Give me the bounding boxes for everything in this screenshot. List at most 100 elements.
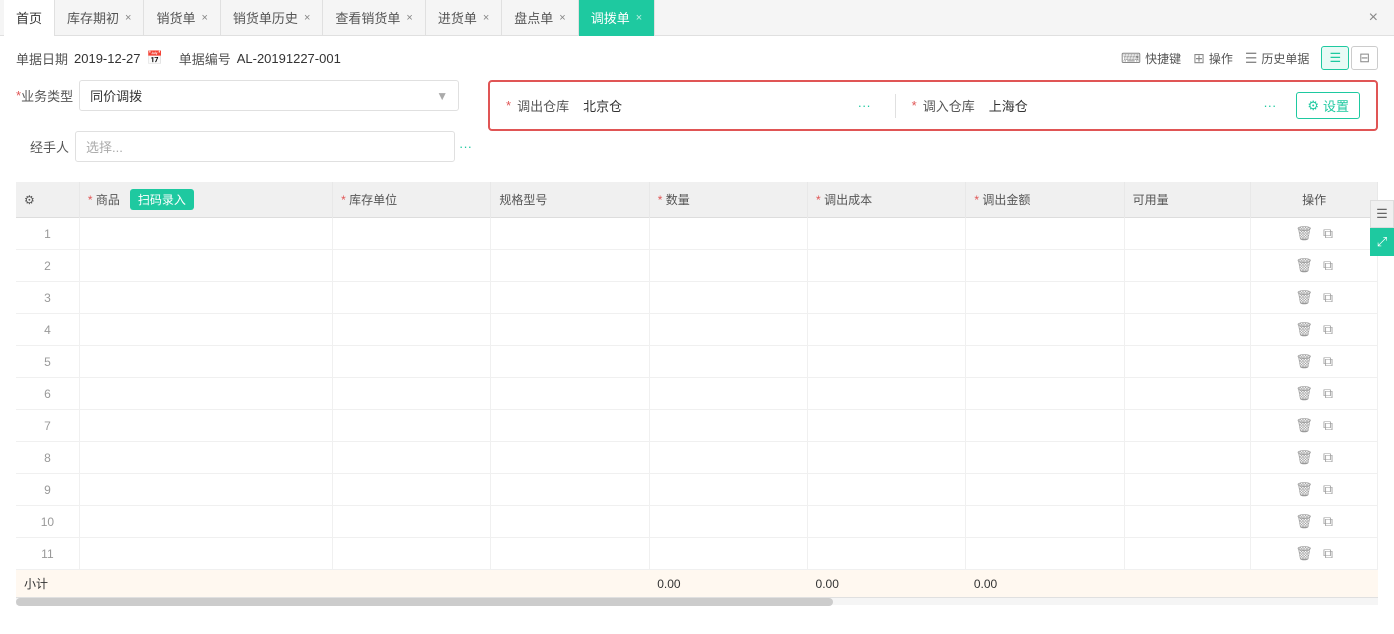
transfer-out-more-btn[interactable]: ··· (850, 98, 879, 113)
spec-cell[interactable] (491, 474, 649, 506)
side-expand-icon[interactable]: ⤢ (1370, 228, 1394, 256)
available-cell[interactable] (1124, 378, 1251, 410)
unit-cell[interactable] (333, 314, 491, 346)
amount-cell[interactable] (966, 346, 1124, 378)
qty-cell[interactable] (649, 250, 807, 282)
amount-cell[interactable] (966, 538, 1124, 570)
product-cell[interactable] (79, 314, 332, 346)
window-close-button[interactable]: × (1357, 9, 1390, 27)
product-cell[interactable] (79, 506, 332, 538)
scan-button[interactable]: 扫码录入 (130, 189, 194, 210)
available-cell[interactable] (1124, 506, 1251, 538)
handler-select[interactable]: 选择... (75, 131, 455, 162)
side-list-icon[interactable]: ☰ (1370, 200, 1394, 228)
product-cell[interactable] (79, 346, 332, 378)
handler-more-btn[interactable]: ··· (455, 139, 476, 154)
available-cell[interactable] (1124, 314, 1251, 346)
qty-cell[interactable] (649, 378, 807, 410)
view-list-btn[interactable]: ☰ (1321, 46, 1349, 70)
tab-sales-order[interactable]: 销货单 × (144, 0, 220, 36)
tab-view-sales[interactable]: 查看销货单 × (323, 0, 425, 36)
unit-cell[interactable] (333, 442, 491, 474)
tab-stocktake[interactable]: 盘点单 × (502, 0, 578, 36)
copy-icon[interactable]: ⧉ (1321, 543, 1335, 564)
cost-cell[interactable] (808, 410, 966, 442)
cost-cell[interactable] (808, 506, 966, 538)
view-grid-btn[interactable]: ⊟ (1351, 46, 1378, 70)
shortcuts-btn[interactable]: ⌨ 快捷键 (1121, 50, 1181, 67)
copy-icon[interactable]: ⧉ (1321, 255, 1335, 276)
spec-cell[interactable] (491, 346, 649, 378)
unit-cell[interactable] (333, 410, 491, 442)
horizontal-scrollbar[interactable] (16, 597, 1378, 605)
tab-sales-order-close[interactable]: × (201, 12, 207, 24)
settings-button[interactable]: ⚙ 设置 (1296, 92, 1360, 119)
delete-icon[interactable]: 🗑 (1293, 319, 1315, 340)
tab-purchase-order-close[interactable]: × (483, 12, 489, 24)
cost-cell[interactable] (808, 218, 966, 250)
spec-cell[interactable] (491, 218, 649, 250)
available-cell[interactable] (1124, 538, 1251, 570)
cost-cell[interactable] (808, 538, 966, 570)
spec-cell[interactable] (491, 538, 649, 570)
qty-cell[interactable] (649, 314, 807, 346)
copy-icon[interactable]: ⧉ (1321, 223, 1335, 244)
tab-inventory-init[interactable]: 库存期初 × (55, 0, 144, 36)
qty-cell[interactable] (649, 410, 807, 442)
delete-icon[interactable]: 🗑 (1293, 255, 1315, 276)
product-cell[interactable] (79, 378, 332, 410)
cost-cell[interactable] (808, 250, 966, 282)
copy-icon[interactable]: ⧉ (1321, 415, 1335, 436)
product-cell[interactable] (79, 538, 332, 570)
copy-icon[interactable]: ⧉ (1321, 511, 1335, 532)
qty-cell[interactable] (649, 442, 807, 474)
amount-cell[interactable] (966, 442, 1124, 474)
unit-cell[interactable] (333, 474, 491, 506)
transfer-in-more-btn[interactable]: ··· (1255, 98, 1284, 113)
copy-icon[interactable]: ⧉ (1321, 447, 1335, 468)
available-cell[interactable] (1124, 410, 1251, 442)
spec-cell[interactable] (491, 378, 649, 410)
unit-cell[interactable] (333, 346, 491, 378)
calendar-icon[interactable]: 📅 (147, 50, 163, 66)
unit-cell[interactable] (333, 378, 491, 410)
delete-icon[interactable]: 🗑 (1293, 287, 1315, 308)
spec-cell[interactable] (491, 282, 649, 314)
available-cell[interactable] (1124, 474, 1251, 506)
qty-cell[interactable] (649, 346, 807, 378)
unit-cell[interactable] (333, 250, 491, 282)
qty-cell[interactable] (649, 538, 807, 570)
spec-cell[interactable] (491, 410, 649, 442)
delete-icon[interactable]: 🗑 (1293, 543, 1315, 564)
spec-cell[interactable] (491, 250, 649, 282)
operations-btn[interactable]: ⊞ 操作 (1193, 50, 1233, 67)
product-cell[interactable] (79, 442, 332, 474)
cost-cell[interactable] (808, 282, 966, 314)
delete-icon[interactable]: 🗑 (1293, 383, 1315, 404)
tab-sales-history-close[interactable]: × (304, 12, 310, 24)
available-cell[interactable] (1124, 218, 1251, 250)
qty-cell[interactable] (649, 506, 807, 538)
copy-icon[interactable]: ⧉ (1321, 319, 1335, 340)
amount-cell[interactable] (966, 378, 1124, 410)
table-gear-icon[interactable]: ⚙ (24, 193, 35, 207)
unit-cell[interactable] (333, 282, 491, 314)
copy-icon[interactable]: ⧉ (1321, 351, 1335, 372)
spec-cell[interactable] (491, 442, 649, 474)
available-cell[interactable] (1124, 250, 1251, 282)
qty-cell[interactable] (649, 282, 807, 314)
amount-cell[interactable] (966, 282, 1124, 314)
tab-home[interactable]: 首页 (4, 0, 55, 36)
history-btn[interactable]: ☰ 历史单据 (1245, 50, 1310, 67)
cost-cell[interactable] (808, 378, 966, 410)
available-cell[interactable] (1124, 282, 1251, 314)
amount-cell[interactable] (966, 474, 1124, 506)
delete-icon[interactable]: 🗑 (1293, 447, 1315, 468)
tab-sales-history[interactable]: 销货单历史 × (221, 0, 323, 36)
amount-cell[interactable] (966, 506, 1124, 538)
unit-cell[interactable] (333, 506, 491, 538)
copy-icon[interactable]: ⧉ (1321, 287, 1335, 308)
tab-inventory-init-close[interactable]: × (125, 12, 131, 24)
tab-purchase-order[interactable]: 进货单 × (426, 0, 502, 36)
tab-transfer-close[interactable]: × (636, 12, 642, 24)
